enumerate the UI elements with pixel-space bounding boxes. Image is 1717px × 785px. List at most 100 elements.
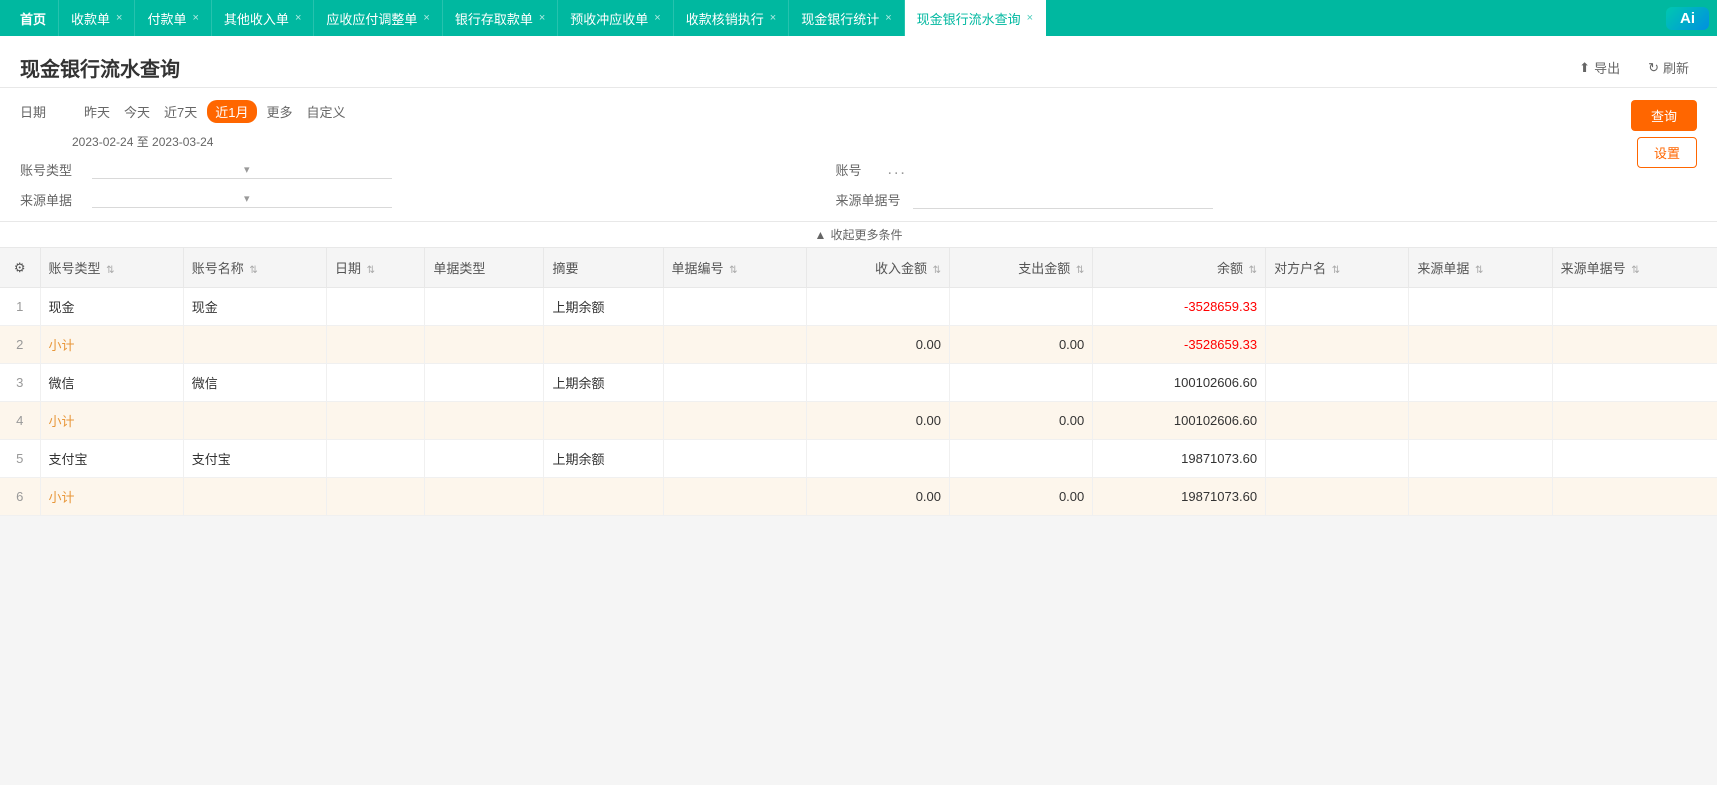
col-date-sort-icon: ⇅ <box>367 265 375 276</box>
col-summary-label: 摘要 <box>552 261 578 276</box>
cell-income: 0.00 <box>806 402 949 440</box>
nav-prepaid-offset[interactable]: 预收冲应收单 × <box>558 0 673 36</box>
col-account-type[interactable]: 账号类型 ⇅ <box>40 248 183 288</box>
cell-balance: 100102606.60 <box>1093 364 1266 402</box>
date-option-more[interactable]: 更多 <box>263 100 297 123</box>
ai-badge[interactable]: Ai <box>1666 7 1709 30</box>
account-type-label: 账号类型 <box>20 160 80 179</box>
header-actions: ⬆ 导出 ↻ 刷新 <box>1571 54 1697 81</box>
table-row[interactable]: 4 小计 0.00 0.00 100102606.60 <box>0 402 1717 440</box>
cell-source-doc <box>1409 364 1552 402</box>
table-row[interactable]: 1 现金 现金 上期余额 -3528659.33 <box>0 288 1717 326</box>
date-option-1month[interactable]: 近1月 <box>207 100 256 123</box>
date-option-yesterday[interactable]: 昨天 <box>80 100 114 123</box>
cell-num: 4 <box>0 402 40 440</box>
cell-source-doc <box>1409 288 1552 326</box>
collapse-label: 收起更多条件 <box>830 226 902 243</box>
nav-receipt-close[interactable]: × <box>116 12 122 24</box>
col-balance[interactable]: 余额 ⇅ <box>1093 248 1266 288</box>
collapse-bar[interactable]: ▲ 收起更多条件 <box>0 222 1717 248</box>
col-doc-num[interactable]: 单据编号 ⇅ <box>663 248 806 288</box>
cell-source-doc-num <box>1552 288 1717 326</box>
nav-home-label: 首页 <box>20 9 46 28</box>
query-button[interactable]: 查询 <box>1631 100 1697 131</box>
cell-num: 3 <box>0 364 40 402</box>
account-type-arrow-icon: ▾ <box>244 163 388 176</box>
col-expense[interactable]: 支出金额 ⇅ <box>950 248 1093 288</box>
date-options: 昨天 今天 近7天 近1月 更多 自定义 <box>80 100 350 123</box>
cell-account-name <box>183 402 326 440</box>
cell-num: 2 <box>0 326 40 364</box>
col-counterparty-sort-icon: ⇅ <box>1332 265 1340 276</box>
cell-income: 0.00 <box>806 478 949 516</box>
date-option-7days[interactable]: 近7天 <box>160 100 201 123</box>
cell-income <box>806 364 949 402</box>
nav-ar-ap-adjust-close[interactable]: × <box>423 12 429 24</box>
cell-counterparty <box>1266 440 1409 478</box>
export-label: 导出 <box>1594 58 1620 77</box>
nav-cash-bank-flow-label: 现金银行流水查询 <box>917 9 1021 28</box>
col-account-type-label: 账号类型 <box>49 261 101 276</box>
nav-other-income-close[interactable]: × <box>295 12 301 24</box>
nav-prepaid-offset-close[interactable]: × <box>654 12 660 24</box>
cell-counterparty <box>1266 364 1409 402</box>
table-row[interactable]: 2 小计 0.00 0.00 -3528659.33 <box>0 326 1717 364</box>
date-option-today[interactable]: 今天 <box>120 100 154 123</box>
nav-bank-deposit[interactable]: 银行存取款单 × <box>443 0 558 36</box>
nav-other-income-label: 其他收入单 <box>224 9 289 28</box>
account-dots[interactable]: ... <box>888 161 907 179</box>
cell-account-type: 小计 <box>40 478 183 516</box>
nav-cash-bank-stat-close[interactable]: × <box>885 12 891 24</box>
date-range-display: 2023-02-24 至 2023-03-24 <box>72 135 213 149</box>
nav-other-income[interactable]: 其他收入单 × <box>212 0 314 36</box>
cell-balance: -3528659.33 <box>1093 288 1266 326</box>
nav-payment-close[interactable]: × <box>192 12 198 24</box>
settings-button[interactable]: 设置 <box>1637 137 1697 168</box>
cell-expense: 0.00 <box>950 326 1093 364</box>
cell-expense <box>950 440 1093 478</box>
cell-doc-num <box>663 288 806 326</box>
cell-expense: 0.00 <box>950 478 1093 516</box>
cell-source-doc <box>1409 326 1552 364</box>
nav-receipt-verify[interactable]: 收款核销执行 × <box>674 0 789 36</box>
table-row[interactable]: 5 支付宝 支付宝 上期余额 19871073.60 <box>0 440 1717 478</box>
cell-doc-num <box>663 364 806 402</box>
nav-bank-deposit-close[interactable]: × <box>539 12 545 24</box>
col-source-doc-num[interactable]: 来源单据号 ⇅ <box>1552 248 1717 288</box>
account-type-select[interactable]: ▾ <box>92 161 392 179</box>
table-row[interactable]: 3 微信 微信 上期余额 100102606.60 <box>0 364 1717 402</box>
col-income-sort-icon: ⇅ <box>933 265 941 276</box>
col-counterparty[interactable]: 对方户名 ⇅ <box>1266 248 1409 288</box>
col-date[interactable]: 日期 ⇅ <box>327 248 425 288</box>
nav-home[interactable]: 首页 <box>8 0 59 36</box>
nav-payment[interactable]: 付款单 × <box>135 0 211 36</box>
nav-receipt-verify-close[interactable]: × <box>770 12 776 24</box>
col-account-name-sort-icon: ⇅ <box>249 265 257 276</box>
source-doc-select[interactable]: ▾ <box>92 190 392 208</box>
cell-doc-type <box>425 402 544 440</box>
nav-cash-bank-flow-close[interactable]: × <box>1027 12 1033 24</box>
cell-income: 0.00 <box>806 326 949 364</box>
nav-cash-bank-flow[interactable]: 现金银行流水查询 × <box>905 0 1046 36</box>
cell-source-doc-num <box>1552 478 1717 516</box>
right-actions: 查询 设置 <box>1631 100 1697 168</box>
refresh-button[interactable]: ↻ 刷新 <box>1640 54 1697 81</box>
col-counterparty-label: 对方户名 <box>1274 261 1326 276</box>
cell-source-doc <box>1409 478 1552 516</box>
col-account-name[interactable]: 账号名称 ⇅ <box>183 248 326 288</box>
table-row[interactable]: 6 小计 0.00 0.00 19871073.60 <box>0 478 1717 516</box>
col-expense-label: 支出金额 <box>1018 261 1070 276</box>
nav-ar-ap-adjust[interactable]: 应收应付调整单 × <box>314 0 442 36</box>
nav-receipt[interactable]: 收款单 × <box>59 0 135 36</box>
cell-doc-type <box>425 440 544 478</box>
export-button[interactable]: ⬆ 导出 <box>1571 54 1628 81</box>
col-source-doc[interactable]: 来源单据 ⇅ <box>1409 248 1552 288</box>
nav-cash-bank-stat[interactable]: 现金银行统计 × <box>789 0 904 36</box>
col-gear[interactable]: ⚙ <box>0 248 40 288</box>
cell-summary: 上期余额 <box>544 440 663 478</box>
source-doc-num-input[interactable] <box>913 189 1213 209</box>
col-doc-type[interactable]: 单据类型 <box>425 248 544 288</box>
refresh-label: 刷新 <box>1663 58 1689 77</box>
col-income[interactable]: 收入金额 ⇅ <box>806 248 949 288</box>
date-option-custom[interactable]: 自定义 <box>303 100 350 123</box>
